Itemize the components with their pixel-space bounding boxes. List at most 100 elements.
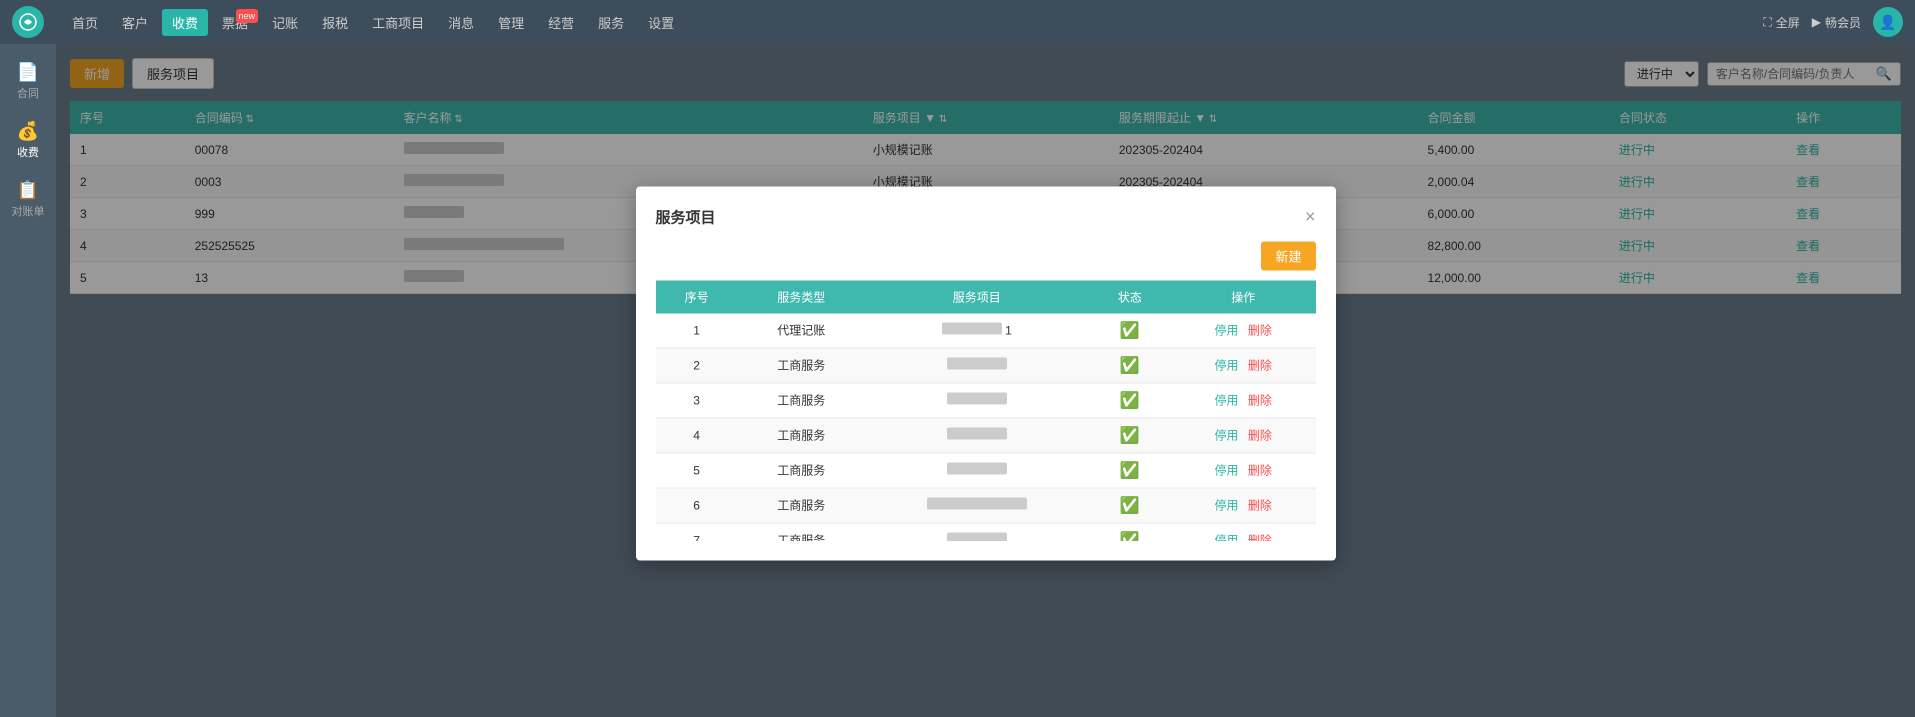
delete-button[interactable]: 删除: [1248, 324, 1272, 338]
nav-client[interactable]: 客户: [112, 9, 158, 36]
delete-button[interactable]: 删除: [1248, 464, 1272, 478]
nav-tax[interactable]: 报税: [312, 9, 358, 36]
fullscreen-button[interactable]: ⛶ 全屏: [1763, 14, 1799, 31]
modal-cell-item: [865, 383, 1089, 418]
delete-button[interactable]: 删除: [1248, 394, 1272, 408]
nav-invoice[interactable]: 票据 new: [212, 9, 258, 36]
nav-home[interactable]: 首页: [62, 9, 108, 36]
modal-table-row: 6 工商服务 ✅ 停用 删除: [656, 488, 1316, 523]
main-layout: 📄 合同 💰 收费 📋 对账单 新增 服务项目 进行中 已结束 全部: [0, 44, 1915, 717]
stop-button[interactable]: 停用: [1215, 324, 1239, 338]
modal-cell-item: [865, 523, 1089, 541]
top-navigation: 首页 客户 收费 票据 new 记账 报税 工商项目 消息 管理 经营 服务 设…: [0, 0, 1915, 44]
modal-cell-action: 停用 删除: [1171, 523, 1316, 541]
modal-cell-seq: 1: [656, 313, 738, 348]
nav-biz-project[interactable]: 工商项目: [362, 9, 434, 36]
modal-cell-seq: 7: [656, 523, 738, 541]
modal-col-item: 服务项目: [865, 280, 1089, 313]
modal-cell-seq: 6: [656, 488, 738, 523]
modal-cell-status: ✅: [1089, 383, 1171, 418]
modal-cell-type: 工商服务: [738, 488, 865, 523]
nav-bookkeeping[interactable]: 记账: [262, 9, 308, 36]
new-badge: new: [236, 9, 259, 23]
modal-cell-item: 1: [865, 313, 1089, 348]
delete-button[interactable]: 删除: [1248, 429, 1272, 443]
nav-message[interactable]: 消息: [438, 9, 484, 36]
status-check-icon: ✅: [1120, 392, 1140, 409]
modal-table-row: 2 工商服务 ✅ 停用 删除: [656, 348, 1316, 383]
stop-button[interactable]: 停用: [1215, 429, 1239, 443]
statement-icon: 📋: [17, 180, 39, 201]
modal-cell-type: 代理记账: [738, 313, 865, 348]
sidebar-item-contract[interactable]: 📄 合同: [3, 54, 53, 109]
modal-table-row: 4 工商服务 ✅ 停用 删除: [656, 418, 1316, 453]
modal-table-row: 1 代理记账 1 ✅ 停用 删除: [656, 313, 1316, 348]
status-check-icon: ✅: [1120, 532, 1140, 540]
modal-table-row: 7 工商服务 ✅ 停用 删除: [656, 523, 1316, 541]
modal-cell-action: 停用 删除: [1171, 453, 1316, 488]
modal-close-button[interactable]: ×: [1305, 206, 1316, 227]
contract-icon: 📄: [17, 62, 39, 83]
modal-cell-action: 停用 删除: [1171, 383, 1316, 418]
nav-service[interactable]: 服务: [588, 9, 634, 36]
modal-cell-status: ✅: [1089, 488, 1171, 523]
nav-settings[interactable]: 设置: [638, 9, 684, 36]
stop-button[interactable]: 停用: [1215, 464, 1239, 478]
modal-cell-type: 工商服务: [738, 348, 865, 383]
sidebar-item-fee[interactable]: 💰 收费: [3, 113, 53, 168]
stop-button[interactable]: 停用: [1215, 534, 1239, 541]
service-modal: 服务项目 × 新建 序号 服务类型 服务项目 状态 操作: [636, 186, 1336, 560]
modal-table-scroll[interactable]: 序号 服务类型 服务项目 状态 操作 1 代理记账 1 ✅ 停用 删除 2 工商…: [656, 280, 1316, 540]
modal-cell-action: 停用 删除: [1171, 348, 1316, 383]
content-area: 新增 服务项目 进行中 已结束 全部 🔍 序号 合同编码 客: [56, 44, 1915, 717]
member-button[interactable]: ▶ 畅会员: [1812, 14, 1861, 31]
nav-manage[interactable]: 管理: [488, 9, 534, 36]
modal-cell-seq: 5: [656, 453, 738, 488]
sidebar: 📄 合同 💰 收费 📋 对账单: [0, 44, 56, 717]
modal-new-button[interactable]: 新建: [1261, 241, 1315, 270]
modal-cell-status: ✅: [1089, 313, 1171, 348]
modal-cell-seq: 3: [656, 383, 738, 418]
modal-cell-item: [865, 453, 1089, 488]
avatar[interactable]: 👤: [1873, 7, 1903, 37]
modal-service-table: 序号 服务类型 服务项目 状态 操作 1 代理记账 1 ✅ 停用 删除 2 工商…: [656, 280, 1316, 540]
modal-cell-seq: 2: [656, 348, 738, 383]
modal-cell-type: 工商服务: [738, 523, 865, 541]
modal-cell-status: ✅: [1089, 348, 1171, 383]
modal-cell-item: [865, 488, 1089, 523]
modal-table-row: 3 工商服务 ✅ 停用 删除: [656, 383, 1316, 418]
modal-col-action: 操作: [1171, 280, 1316, 313]
modal-toolbar: 新建: [656, 241, 1316, 270]
modal-cell-item: [865, 418, 1089, 453]
sidebar-item-statement[interactable]: 📋 对账单: [3, 172, 53, 227]
modal-cell-status: ✅: [1089, 523, 1171, 541]
modal-cell-item: [865, 348, 1089, 383]
modal-cell-type: 工商服务: [738, 453, 865, 488]
modal-cell-status: ✅: [1089, 453, 1171, 488]
status-check-icon: ✅: [1120, 427, 1140, 444]
modal-cell-action: 停用 删除: [1171, 488, 1316, 523]
app-logo[interactable]: [12, 6, 44, 38]
modal-col-seq: 序号: [656, 280, 738, 313]
stop-button[interactable]: 停用: [1215, 359, 1239, 373]
status-check-icon: ✅: [1120, 462, 1140, 479]
modal-header: 服务项目 ×: [656, 206, 1316, 227]
nav-fee[interactable]: 收费: [162, 9, 208, 36]
status-check-icon: ✅: [1120, 322, 1140, 339]
delete-button[interactable]: 删除: [1248, 534, 1272, 541]
nav-menu: 首页 客户 收费 票据 new 记账 报税 工商项目 消息 管理 经营 服务 设…: [62, 9, 1763, 36]
modal-cell-action: 停用 删除: [1171, 313, 1316, 348]
stop-button[interactable]: 停用: [1215, 499, 1239, 513]
modal-cell-action: 停用 删除: [1171, 418, 1316, 453]
modal-cell-status: ✅: [1089, 418, 1171, 453]
delete-button[interactable]: 删除: [1248, 499, 1272, 513]
status-check-icon: ✅: [1120, 497, 1140, 514]
delete-button[interactable]: 删除: [1248, 359, 1272, 373]
nav-operation[interactable]: 经营: [538, 9, 584, 36]
modal-cell-seq: 4: [656, 418, 738, 453]
fee-icon: 💰: [17, 121, 39, 142]
status-check-icon: ✅: [1120, 357, 1140, 374]
modal-col-type: 服务类型: [738, 280, 865, 313]
nav-right: ⛶ 全屏 ▶ 畅会员 👤: [1763, 7, 1903, 37]
stop-button[interactable]: 停用: [1215, 394, 1239, 408]
